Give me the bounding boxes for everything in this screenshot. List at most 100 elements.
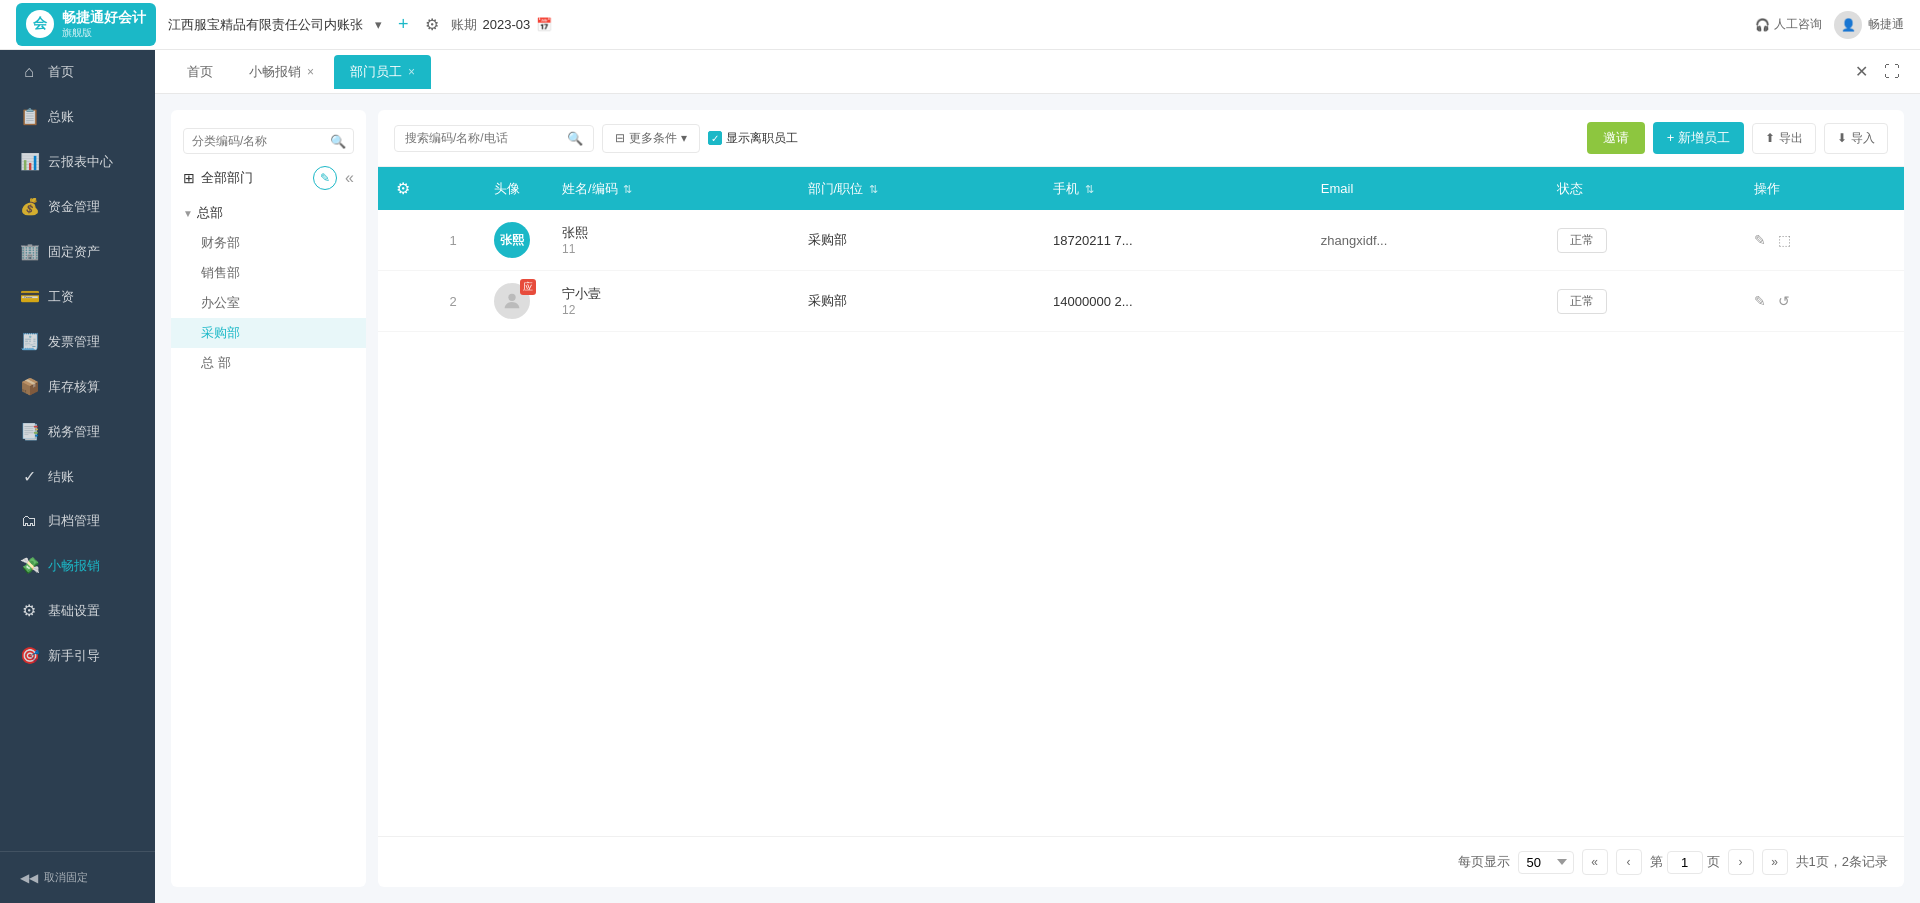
col-num [428,167,478,210]
sidebar-label-inventory: 库存核算 [48,378,100,396]
last-page-button[interactable]: » [1762,849,1788,875]
row2-index: 2 [428,271,478,332]
payroll-icon: 💳 [20,287,38,306]
row2-code: 12 [562,303,776,317]
sidebar-item-archive[interactable]: 🗂 归档管理 [0,499,155,543]
export-button[interactable]: ⬆ 导出 [1752,123,1816,154]
search-input[interactable] [405,131,561,145]
tabs-bar: 首页 小畅报销 × 部门员工 × ✕ ⛶ [155,50,1920,94]
dept-node-sales[interactable]: 销售部 [171,258,366,288]
sidebar-item-guide[interactable]: 🎯 新手引导 [0,633,155,678]
pin-label: 取消固定 [44,870,88,885]
invite-button[interactable]: 邀请 [1587,122,1645,154]
sidebar-item-expense[interactable]: 💸 小畅报销 [0,543,155,588]
row1-edit-icon[interactable]: ✎ [1754,232,1766,248]
tab-dept-close[interactable]: × [408,65,415,79]
row2-dept: 采购部 [792,271,1038,332]
sidebar-item-fixed-assets[interactable]: 🏢 固定资产 [0,229,155,274]
sidebar-label-settings: 基础设置 [48,602,100,620]
sidebar-item-home[interactable]: ⌂ 首页 [0,50,155,94]
next-page-button[interactable]: › [1728,849,1754,875]
sidebar-item-inventory[interactable]: 📦 库存核算 [0,364,155,409]
settings-icon[interactable]: ⚙ [425,15,439,34]
tab-expand-button[interactable]: ⛶ [1880,59,1904,85]
row1-dept: 采购部 [792,210,1038,271]
tab-dept[interactable]: 部门员工 × [334,55,431,89]
filter-icon: ⊟ [615,131,625,145]
import-button[interactable]: ⬇ 导入 [1824,123,1888,154]
per-page-label: 每页显示 [1458,853,1510,871]
sidebar-item-settlement[interactable]: ✓ 结账 [0,454,155,499]
row1-delete-icon[interactable]: ⬚ [1778,232,1791,248]
tabs-right-actions: ✕ ⛶ [1851,58,1904,85]
search-icon[interactable]: 🔍 [567,131,583,146]
row1-num [378,210,428,271]
page-input[interactable] [1667,851,1703,874]
calendar-icon[interactable]: 📅 [536,17,552,32]
tab-home[interactable]: 首页 [171,55,229,89]
dept-grid-icon: ⊞ [183,170,195,186]
service-button[interactable]: 🎧 人工咨询 [1755,16,1822,33]
sidebar-item-reports[interactable]: 📊 云报表中心 [0,139,155,184]
export-icon: ⬆ [1765,131,1775,145]
tab-expense[interactable]: 小畅报销 × [233,55,330,89]
prev-page-button[interactable]: ‹ [1616,849,1642,875]
row2-edit-icon[interactable]: ✎ [1754,293,1766,309]
dept-collapse-button[interactable]: « [345,169,354,187]
row1-name: 张熙 [562,224,776,242]
sidebar-item-payroll[interactable]: 💳 工资 [0,274,155,319]
table-row: 2 应 宁小壹 [378,271,1904,332]
user-area: 👤 畅捷通 [1834,11,1904,39]
dept-root-arrow: ▼ [183,208,193,219]
col-settings[interactable]: ⚙ [378,167,428,210]
dept-node-purchase[interactable]: 采购部 [171,318,366,348]
first-page-button[interactable]: « [1582,849,1608,875]
filter-button[interactable]: ⊟ 更多条件 ▾ [602,124,700,153]
dept-node-general[interactable]: 总 部 [171,348,366,378]
col-dept[interactable]: 部门/职位 ⇅ [792,167,1038,210]
dept-label-finance: 财务部 [201,234,240,252]
sidebar-item-funds[interactable]: 💰 资金管理 [0,184,155,229]
dept-node-office[interactable]: 办公室 [171,288,366,318]
tab-dept-label: 部门员工 [350,63,402,81]
import-label: 导入 [1851,130,1875,147]
sidebar-item-general-ledger[interactable]: 📋 总账 [0,94,155,139]
dept-search-icon: 🔍 [330,134,346,149]
sidebar-label-invoice: 发票管理 [48,333,100,351]
dept-edit-button[interactable]: ✎ [313,166,337,190]
dept-node-finance[interactable]: 财务部 [171,228,366,258]
sidebar-item-tax[interactable]: 📑 税务管理 [0,409,155,454]
col-phone[interactable]: 手机 ⇅ [1037,167,1305,210]
sidebar-item-settings[interactable]: ⚙ 基础设置 [0,588,155,633]
tab-close-all-button[interactable]: ✕ [1851,58,1872,85]
row2-name: 宁小壹 [562,285,776,303]
col-name[interactable]: 姓名/编码 ⇅ [546,167,792,210]
sidebar-label-settlement: 结账 [48,468,74,486]
sidebar-bottom: ◀◀ 取消固定 [0,851,155,903]
reports-icon: 📊 [20,152,38,171]
dept-search-area: 🔍 [171,120,366,162]
per-page-dropdown[interactable]: 50 10 20 100 [1518,851,1574,874]
sidebar-label-archive: 归档管理 [48,512,100,530]
dept-search-input[interactable] [183,128,354,154]
export-label: 导出 [1779,130,1803,147]
row1-name-cell: 张熙 11 [546,210,792,271]
employee-table: ⚙ 头像 姓名/编码 ⇅ 部门/职位 ⇅ [378,167,1904,836]
checkbox-icon: ✓ [708,131,722,145]
row1-action-icons: ✎ ⬚ [1754,232,1888,248]
settlement-icon: ✓ [20,467,38,486]
add-account-button[interactable]: + [394,14,413,35]
user-name: 畅捷通 [1868,16,1904,33]
page-size-select: 50 10 20 100 [1518,851,1574,874]
add-employee-button[interactable]: + 新增员工 [1653,122,1744,154]
show-resigned-checkbox[interactable]: ✓ 显示离职员工 [708,130,798,147]
period-value: 2023-03 [483,17,531,32]
row2-refresh-icon[interactable]: ↺ [1778,293,1790,309]
row1-avatar: 张熙 [478,210,546,271]
pin-sidebar-button[interactable]: ◀◀ 取消固定 [0,862,155,893]
company-name: 江西服宝精品有限责任公司内账张 [168,16,363,34]
page-label: 第 [1650,853,1663,871]
sidebar-item-invoice[interactable]: 🧾 发票管理 [0,319,155,364]
tab-expense-close[interactable]: × [307,65,314,79]
company-dropdown[interactable]: ▾ [375,17,382,32]
